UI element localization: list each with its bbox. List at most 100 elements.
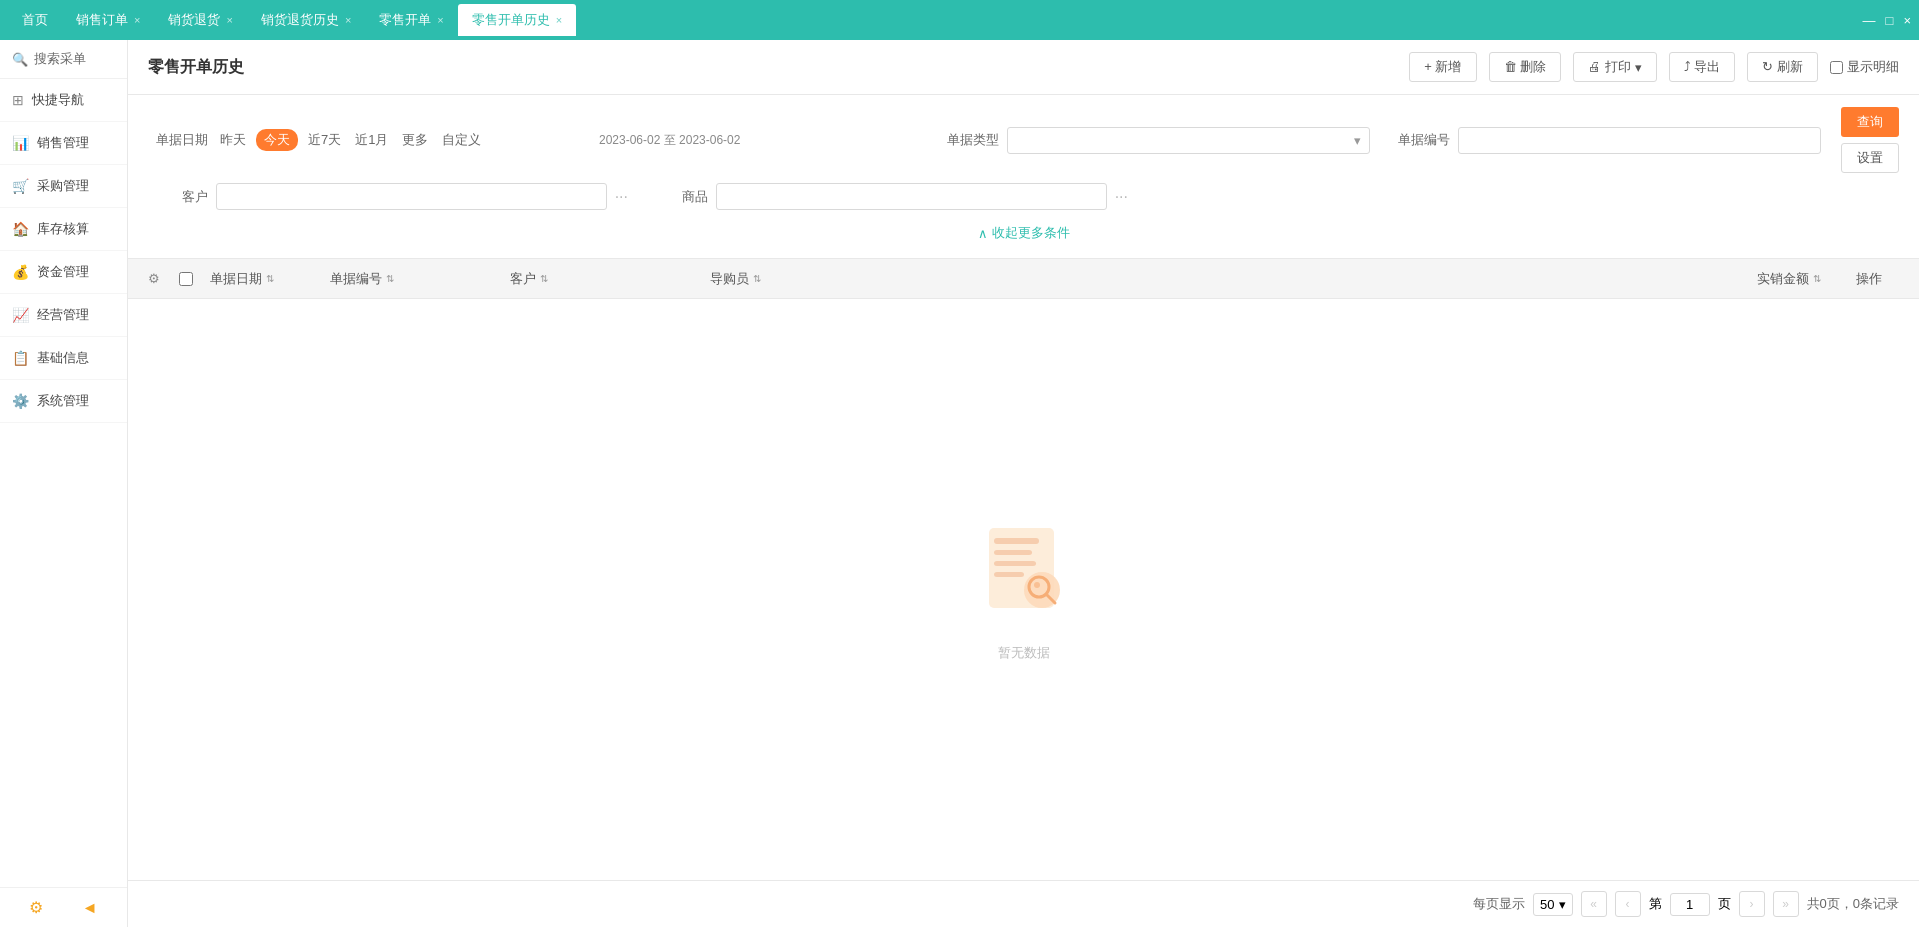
window-minimize[interactable]: — [1863, 13, 1876, 28]
col-header-number[interactable]: 单据编号 ⇅ [322, 270, 502, 288]
shortcut-last-month[interactable]: 近1月 [351, 129, 392, 151]
page-size-select[interactable]: 50 ▾ [1533, 893, 1572, 916]
toolbar: + 新增 🗑 删除 🖨 打印 ▾ ⤴ 导出 ↻ 刷新 显示明细 [1409, 52, 1899, 82]
col-header-date[interactable]: 单据日期 ⇅ [202, 270, 322, 288]
sidebar-settings-icon[interactable]: ⚙ [29, 898, 43, 917]
refresh-button[interactable]: ↻ 刷新 [1747, 52, 1818, 82]
close-icon[interactable]: × [226, 14, 232, 26]
close-icon[interactable]: × [556, 14, 562, 26]
date-range-text: 2023-06-02 至 2023-06-02 [599, 133, 740, 147]
page-last-button[interactable]: » [1773, 891, 1799, 917]
query-button[interactable]: 查询 [1841, 107, 1899, 137]
client-picker-icon[interactable]: ··· [615, 188, 628, 206]
shortcut-custom[interactable]: 自定义 [438, 129, 485, 151]
close-icon[interactable]: × [345, 14, 351, 26]
tab-retail-open-history[interactable]: 零售开单历史 × [458, 4, 576, 36]
empty-illustration [974, 518, 1074, 628]
select-all-checkbox[interactable] [170, 272, 202, 286]
filter-number-input[interactable] [1458, 127, 1821, 154]
shortcut-today[interactable]: 今天 [256, 129, 298, 151]
sidebar-collapse-icon[interactable]: ◄ [82, 899, 98, 917]
operations-icon: 📈 [12, 307, 29, 323]
display-detail-checkbox[interactable] [1830, 61, 1843, 74]
display-detail-toggle[interactable]: 显示明细 [1830, 58, 1899, 76]
display-detail-label: 显示明细 [1847, 58, 1899, 76]
col-number-label: 单据编号 [330, 270, 382, 288]
add-button[interactable]: + 新增 [1409, 52, 1476, 82]
sidebar-item-label: 经营管理 [37, 306, 89, 324]
sidebar-item-system[interactable]: ⚙️ 系统管理 [0, 380, 127, 423]
svg-rect-1 [994, 538, 1039, 544]
tab-home[interactable]: 首页 [8, 4, 62, 36]
svg-rect-2 [994, 550, 1032, 555]
print-button[interactable]: 🖨 打印 ▾ [1573, 52, 1657, 82]
shortcut-more[interactable]: 更多 [398, 129, 432, 151]
filter-client-label: 客户 [148, 188, 208, 206]
page-suffix: 页 [1718, 895, 1731, 913]
inventory-icon: 🏠 [12, 221, 29, 237]
col-header-guide[interactable]: 导购员 ⇅ [702, 270, 822, 288]
page-first-button[interactable]: « [1581, 891, 1607, 917]
tab-sales-return-history[interactable]: 销货退货历史 × [247, 4, 365, 36]
filter-type-select[interactable]: ▾ [1007, 127, 1370, 154]
goods-picker-icon[interactable]: ··· [1115, 188, 1128, 206]
filter-goods-label: 商品 [648, 188, 708, 206]
close-icon[interactable]: × [437, 14, 443, 26]
table-area: ⚙ 单据日期 ⇅ 单据编号 ⇅ 客户 ⇅ 导购员 ⇅ [128, 259, 1919, 880]
date-shortcuts: 昨天 今天 近7天 近1月 更多 自定义 [216, 129, 485, 151]
tab-retail-open-history-label: 零售开单历史 [472, 11, 550, 29]
window-controls: — □ × [1863, 13, 1911, 28]
table-header: ⚙ 单据日期 ⇅ 单据编号 ⇅ 客户 ⇅ 导购员 ⇅ [128, 259, 1919, 299]
sidebar-item-operations[interactable]: 📈 经营管理 [0, 294, 127, 337]
sort-icon: ⇅ [540, 273, 548, 284]
window-restore[interactable]: □ [1886, 13, 1894, 28]
filter-row-2: 客户 ··· 商品 ··· [148, 183, 1899, 210]
tab-retail-open-label: 零售开单 [379, 11, 431, 29]
filter-collapse-button[interactable]: ∧ 收起更多条件 [148, 220, 1899, 246]
filter-type-field: 单据类型 ▾ [939, 127, 1370, 154]
pagination: 每页显示 50 ▾ « ‹ 第 页 › » 共0页，0条记录 [128, 880, 1919, 927]
close-icon[interactable]: × [134, 14, 140, 26]
page-prev-button[interactable]: ‹ [1615, 891, 1641, 917]
export-button[interactable]: ⤴ 导出 [1669, 52, 1736, 82]
col-header-client[interactable]: 客户 ⇅ [502, 270, 702, 288]
sales-icon: 📊 [12, 135, 29, 151]
quick-nav-icon: ⊞ [12, 92, 24, 108]
sort-icon: ⇅ [266, 273, 274, 284]
sidebar: 🔍 搜索采单 ⊞ 快捷导航 📊 销售管理 🛒 采购管理 🏠 库存核算 💰 资金管… [0, 40, 128, 927]
collapse-icon: ∧ [978, 226, 988, 241]
sidebar-item-label: 销售管理 [37, 134, 89, 152]
shortcut-yesterday[interactable]: 昨天 [216, 129, 250, 151]
window-close[interactable]: × [1903, 13, 1911, 28]
tab-sales-return[interactable]: 销货退货 × [154, 4, 246, 36]
filter-number-field: 单据编号 [1390, 127, 1821, 154]
page-next-button[interactable]: › [1739, 891, 1765, 917]
tab-retail-open[interactable]: 零售开单 × [365, 4, 457, 36]
sidebar-item-inventory[interactable]: 🏠 库存核算 [0, 208, 127, 251]
tab-home-label: 首页 [22, 11, 48, 29]
print-arrow-icon: ▾ [1635, 60, 1642, 75]
empty-state: 暂无数据 [128, 299, 1919, 880]
col-header-amount[interactable]: 实销金额 ⇅ [1709, 270, 1829, 288]
settings-button[interactable]: 设置 [1841, 143, 1899, 173]
filter-client-input[interactable] [216, 183, 607, 210]
filter-client-field: 客户 ··· [148, 183, 628, 210]
sidebar-item-purchase-mgmt[interactable]: 🛒 采购管理 [0, 165, 127, 208]
top-bar: 首页 销售订单 × 销货退货 × 销货退货历史 × 零售开单 × 零售开单历史 … [0, 0, 1919, 40]
svg-rect-4 [994, 572, 1024, 577]
tab-sales-order[interactable]: 销售订单 × [62, 4, 154, 36]
tab-sales-return-label: 销货退货 [168, 11, 220, 29]
page-number-input[interactable] [1670, 893, 1710, 916]
search-icon: 🔍 [12, 52, 28, 67]
select-all-input[interactable] [179, 272, 193, 286]
sidebar-search[interactable]: 🔍 搜索采单 [0, 40, 127, 79]
shortcut-last7[interactable]: 近7天 [304, 129, 345, 151]
sidebar-item-finance[interactable]: 💰 资金管理 [0, 251, 127, 294]
column-settings-button[interactable]: ⚙ [138, 271, 170, 286]
sidebar-item-quick-nav[interactable]: ⊞ 快捷导航 [0, 79, 127, 122]
main-layout: 🔍 搜索采单 ⊞ 快捷导航 📊 销售管理 🛒 采购管理 🏠 库存核算 💰 资金管… [0, 40, 1919, 927]
sidebar-item-basic-info[interactable]: 📋 基础信息 [0, 337, 127, 380]
sidebar-item-sales-mgmt[interactable]: 📊 销售管理 [0, 122, 127, 165]
filter-goods-input[interactable] [716, 183, 1107, 210]
delete-button[interactable]: 🗑 删除 [1489, 52, 1562, 82]
